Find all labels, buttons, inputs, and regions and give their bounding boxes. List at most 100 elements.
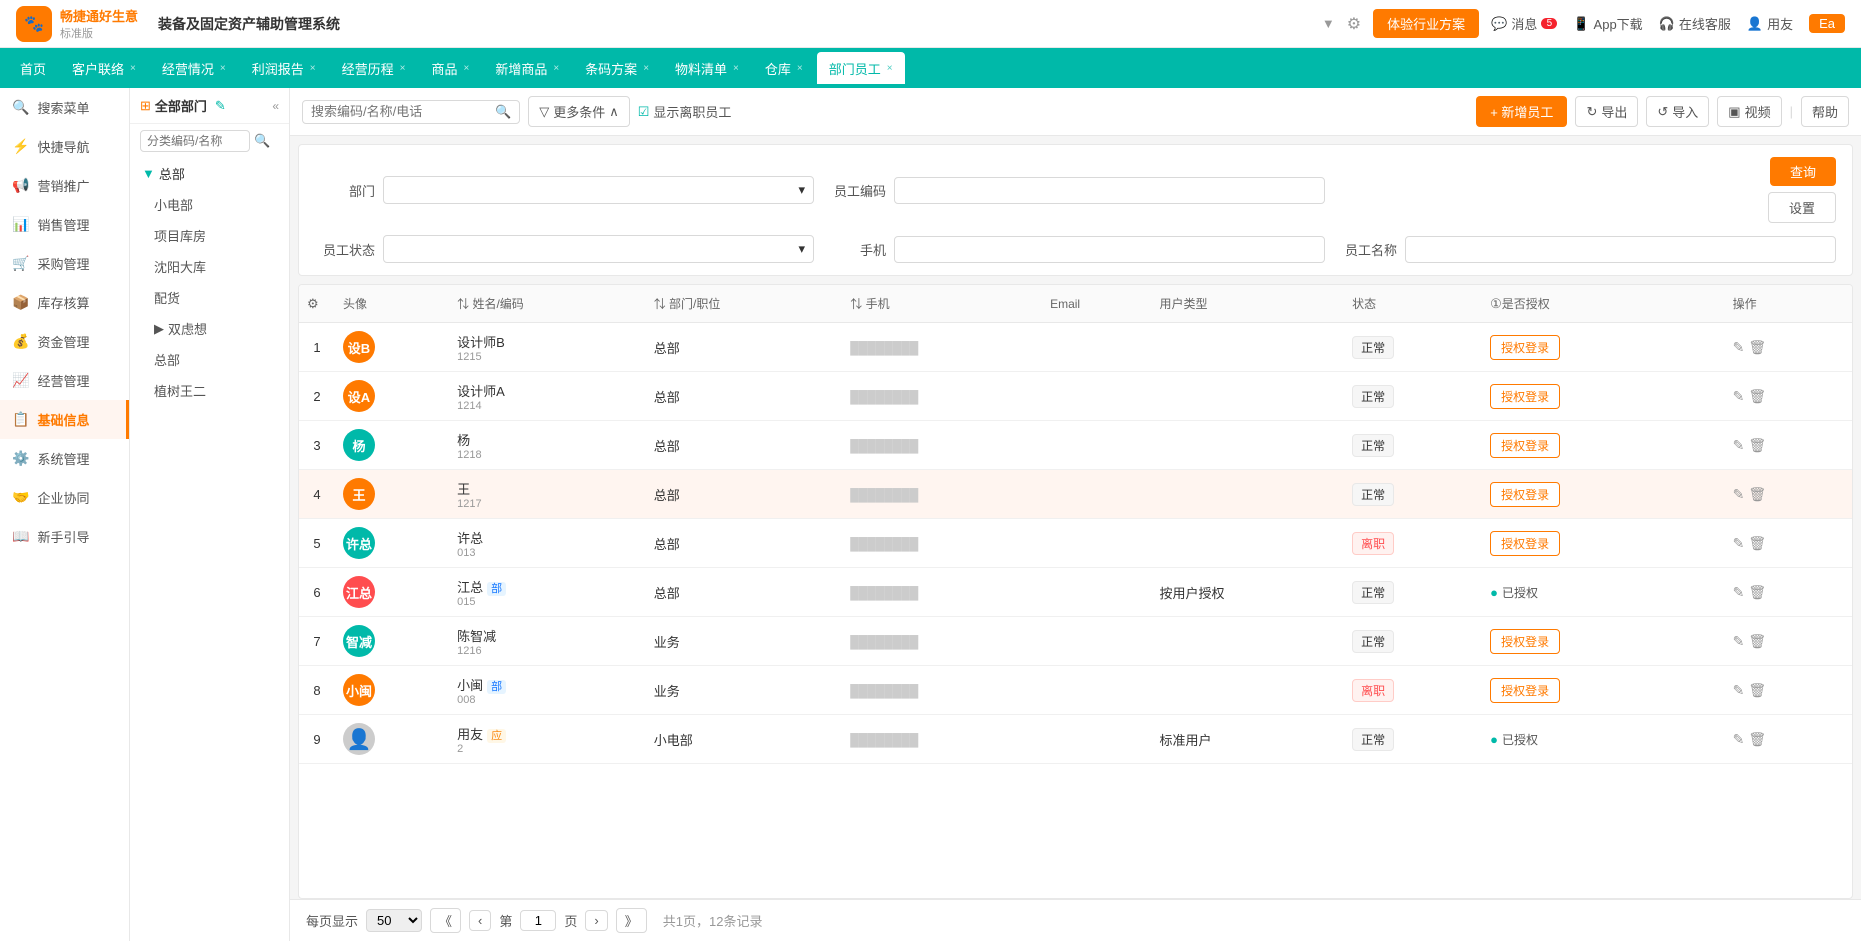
sidebar-item-采购管理[interactable]: 🛒采购管理 [0, 244, 129, 283]
tree-node-双虑想[interactable]: ▶双虑想 [130, 313, 289, 344]
nav-tab-商品[interactable]: 商品× [419, 52, 481, 84]
col-dept[interactable]: ⇅ 部门/职位 [646, 285, 843, 323]
close-tab-btn[interactable]: × [310, 63, 316, 74]
close-tab-btn[interactable]: × [553, 63, 559, 74]
nav-tab-仓库[interactable]: 仓库× [753, 52, 815, 84]
set-button[interactable]: 设置 [1768, 192, 1836, 223]
col-phone[interactable]: ⇅ 手机 [842, 285, 1042, 323]
col-auth[interactable]: ①是否授权 [1482, 285, 1687, 323]
delete-button[interactable]: 🗑 [1748, 339, 1766, 355]
delete-button[interactable]: 🗑 [1748, 633, 1766, 649]
nav-tab-部门员工[interactable]: 部门员工× [817, 52, 905, 84]
sidebar-item-库存核算[interactable]: 📦库存核算 [0, 283, 129, 322]
auth-button[interactable]: 授权登录 [1490, 384, 1560, 409]
auth-button[interactable]: 授权登录 [1490, 629, 1560, 654]
filter-code-input[interactable] [894, 177, 1325, 204]
first-page-btn[interactable]: 《 [430, 908, 461, 933]
delete-button[interactable]: 🗑 [1748, 731, 1766, 747]
system-title-arrow[interactable]: ▼ [1322, 16, 1335, 31]
close-tab-btn[interactable]: × [797, 63, 803, 74]
nav-tab-客户联络[interactable]: 客户联络× [60, 52, 148, 84]
auth-button[interactable]: 授权登录 [1490, 482, 1560, 507]
collapse-btn[interactable]: « [272, 99, 279, 113]
sidebar-item-资金管理[interactable]: 💰资金管理 [0, 322, 129, 361]
sidebar-item-搜索菜单[interactable]: 🔍搜索菜单 [0, 88, 129, 127]
sidebar-item-系统管理[interactable]: ⚙️系统管理 [0, 439, 129, 478]
delete-button[interactable]: 🗑 [1748, 535, 1766, 551]
edit-button[interactable]: ✎ [1733, 633, 1745, 649]
add-employee-button[interactable]: + 新增员工 [1476, 96, 1567, 127]
tree-node-植树王二[interactable]: 植树王二 [130, 375, 289, 406]
show-resigned-checkbox[interactable]: ☑ 显示离职员工 [638, 102, 732, 121]
close-tab-btn[interactable]: × [643, 63, 649, 74]
nav-tab-新增商品[interactable]: 新增商品× [483, 52, 571, 84]
edit-button[interactable]: ✎ [1733, 437, 1745, 453]
sidebar-item-企业协同[interactable]: 🤝企业协同 [0, 478, 129, 517]
message-btn[interactable]: 💬 消息 5 [1491, 14, 1557, 33]
export-button[interactable]: ↻ 导出 [1575, 96, 1638, 127]
nav-tab-利润报告[interactable]: 利润报告× [240, 52, 328, 84]
top-right-label[interactable]: Ea [1809, 14, 1845, 33]
delete-button[interactable]: 🗑 [1748, 584, 1766, 600]
search-input[interactable] [311, 104, 491, 119]
query-button[interactable]: 查询 [1770, 157, 1836, 186]
sidebar-item-快捷导航[interactable]: ⚡快捷导航 [0, 127, 129, 166]
prev-page-btn[interactable]: ‹ [469, 910, 491, 931]
last-page-btn[interactable]: 》 [616, 908, 647, 933]
auth-button[interactable]: 授权登录 [1490, 335, 1560, 360]
trial-button[interactable]: 体验行业方案 [1373, 9, 1479, 38]
nav-tab-经营历程[interactable]: 经营历程× [330, 52, 418, 84]
tree-node-小电部[interactable]: 小电部 [130, 189, 289, 220]
filter-dept-select[interactable]: ▾ [383, 176, 814, 204]
tree-search-icon[interactable]: 🔍 [254, 133, 270, 149]
close-tab-btn[interactable]: × [130, 63, 136, 74]
col-settings[interactable]: ⚙ [299, 285, 335, 323]
nav-tab-物料清单[interactable]: 物料清单× [663, 52, 751, 84]
tree-node-项目库房[interactable]: 项目库房 [130, 220, 289, 251]
filter-phone-input[interactable] [894, 236, 1325, 263]
tree-node-沈阳大库[interactable]: 沈阳大库 [130, 251, 289, 282]
edit-button[interactable]: ✎ [1733, 388, 1745, 404]
auth-button[interactable]: 授权登录 [1490, 531, 1560, 556]
search-icon[interactable]: 🔍 [495, 104, 511, 120]
auth-button[interactable]: 授权登录 [1490, 433, 1560, 458]
edit-button[interactable]: ✎ [1733, 535, 1745, 551]
page-size-select[interactable]: 50 100 [366, 909, 422, 932]
sidebar-item-营销推广[interactable]: 📢营销推广 [0, 166, 129, 205]
close-tab-btn[interactable]: × [733, 63, 739, 74]
online-service-btn[interactable]: 🎧 在线客服 [1659, 14, 1731, 33]
settings-icon[interactable]: ⚙ [1347, 14, 1361, 34]
filter-name-input[interactable] [1405, 236, 1836, 263]
next-page-btn[interactable]: › [585, 910, 607, 931]
delete-button[interactable]: 🗑 [1748, 437, 1766, 453]
app-download-btn[interactable]: 📱 App下载 [1573, 14, 1642, 33]
tree-search-input[interactable] [140, 130, 250, 152]
close-tab-btn[interactable]: × [400, 63, 406, 74]
delete-button[interactable]: 🗑 [1748, 682, 1766, 698]
close-tab-btn[interactable]: × [220, 63, 226, 74]
col-name[interactable]: ⇅ 姓名/编码 [449, 285, 646, 323]
close-tab-btn[interactable]: × [887, 63, 893, 74]
user-avatar[interactable]: 👤 用友 [1747, 14, 1793, 33]
help-button[interactable]: 帮助 [1801, 96, 1849, 127]
edit-button[interactable]: ✎ [1733, 486, 1745, 502]
more-filter-btn[interactable]: ▽ 更多条件 ∧ [528, 96, 630, 127]
delete-button[interactable]: 🗑 [1748, 388, 1766, 404]
sidebar-item-新手引导[interactable]: 📖新手引导 [0, 517, 129, 556]
sidebar-item-经营管理[interactable]: 📈经营管理 [0, 361, 129, 400]
nav-tab-经营情况[interactable]: 经营情况× [150, 52, 238, 84]
edit-button[interactable]: ✎ [1733, 731, 1745, 747]
nav-tab-首页[interactable]: 首页 [8, 52, 58, 84]
nav-tab-条码方案[interactable]: 条码方案× [573, 52, 661, 84]
view-button[interactable]: ▣ 视频 [1717, 96, 1781, 127]
delete-button[interactable]: 🗑 [1748, 486, 1766, 502]
tree-node-总部[interactable]: ▼总部 [130, 158, 289, 189]
sidebar-item-基础信息[interactable]: 📋基础信息 [0, 400, 129, 439]
edit-button[interactable]: ✎ [1733, 682, 1745, 698]
sidebar-item-销售管理[interactable]: 📊销售管理 [0, 205, 129, 244]
tree-node-配货[interactable]: 配货 [130, 282, 289, 313]
page-input[interactable] [520, 910, 556, 931]
filter-status-select[interactable]: ▾ [383, 235, 814, 263]
tree-node-总部[interactable]: 总部 [130, 344, 289, 375]
edit-button[interactable]: ✎ [1733, 339, 1745, 355]
